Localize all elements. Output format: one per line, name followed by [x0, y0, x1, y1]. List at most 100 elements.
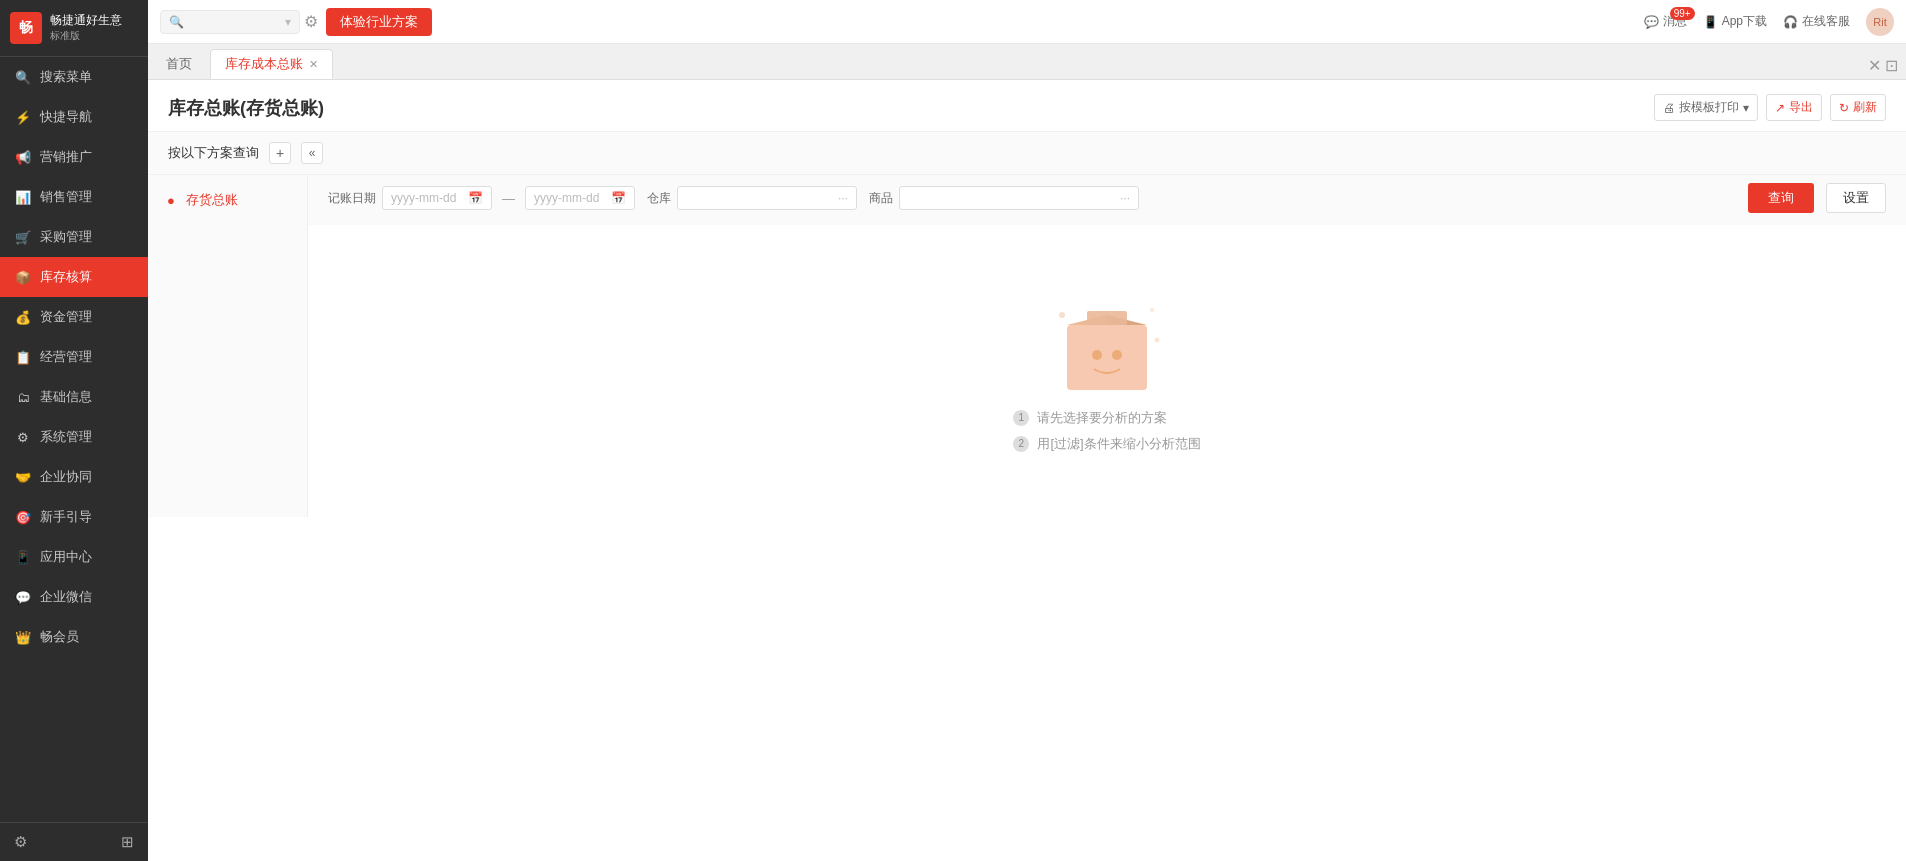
tab-home[interactable]: 首页 — [152, 49, 206, 79]
content-area: 库存总账(存货总账) 🖨 按模板打印 ▾ ↗ 导出 ↻ 刷新 按以下方案查询 — [148, 80, 1906, 861]
sidebar-item-newbie[interactable]: 🎯 新手引导 — [0, 497, 148, 537]
filter-collapse-button[interactable]: « — [301, 142, 323, 164]
export-label: 导出 — [1789, 99, 1813, 116]
warehouse-more-icon: ··· — [838, 191, 848, 205]
scheme-item-label: 存货总账 — [186, 191, 238, 209]
right-content: 记账日期 yyyy-mm-dd 📅 — yyyy-mm-dd 📅 仓库 — [308, 175, 1906, 517]
headset-icon: 🎧 — [1783, 15, 1798, 29]
user-avatar[interactable]: Rit — [1866, 8, 1894, 36]
message-badge: 99+ — [1670, 7, 1695, 20]
empty-hint-2: 2 用[过滤]条件来缩小分析范围 — [1013, 431, 1200, 457]
mobile-icon: 📱 — [14, 548, 32, 566]
sidebar-item-member[interactable]: 👑 畅会员 — [0, 617, 148, 657]
filter-and-scheme: ● 存货总账 记账日期 yyyy-mm-dd 📅 — — [148, 175, 1906, 517]
sidebar-item-app-center[interactable]: 📱 应用中心 — [0, 537, 148, 577]
tab-inventory-cost[interactable]: 库存成本总账 ✕ — [210, 49, 333, 79]
sidebar-item-label: 基础信息 — [40, 388, 92, 406]
warehouse-select[interactable]: ··· — [677, 186, 857, 210]
panel-close-icon[interactable]: ✕ — [1868, 56, 1881, 79]
calendar-end-icon: 📅 — [611, 191, 626, 205]
lightning-icon: ⚡ — [14, 108, 32, 126]
sidebar-item-marketing[interactable]: 📢 营销推广 — [0, 137, 148, 177]
printer-icon: 🖨 — [1663, 101, 1675, 115]
export-icon: ↗ — [1775, 101, 1785, 115]
scheme-item-stock-ledger[interactable]: ● 存货总账 — [148, 183, 307, 217]
sidebar-item-basic[interactable]: 🗂 基础信息 — [0, 377, 148, 417]
goods-more-icon: ··· — [1120, 191, 1130, 205]
filter-add-button[interactable]: + — [269, 142, 291, 164]
app-name: 畅捷通好生意 — [50, 13, 122, 29]
tab-close-icon[interactable]: ✕ — [309, 58, 318, 71]
sidebar-item-sales[interactable]: 📊 销售管理 — [0, 177, 148, 217]
warehouse-label: 仓库 — [647, 190, 671, 207]
scheme-panel: ● 存货总账 — [148, 175, 308, 517]
tab-bar: 首页 库存成本总账 ✕ ✕ ⊡ — [148, 44, 1906, 80]
cart-icon: 🛒 — [14, 228, 32, 246]
sidebar-item-wechat[interactable]: 💬 企业微信 — [0, 577, 148, 617]
sidebar-item-system[interactable]: ⚙ 系统管理 — [0, 417, 148, 457]
main-area: 🔍 ▾ ⚙ 体验行业方案 💬 消息 99+ 📱 App下载 🎧 在线客服 Ri — [148, 0, 1906, 861]
sidebar-item-label: 快捷导航 — [40, 108, 92, 126]
date-start-placeholder: yyyy-mm-dd — [391, 191, 456, 205]
refresh-icon: ↻ — [1839, 101, 1849, 115]
industry-solution-button[interactable]: 体验行业方案 — [326, 8, 432, 36]
export-button[interactable]: ↗ 导出 — [1766, 94, 1822, 121]
calendar-start-icon: 📅 — [468, 191, 483, 205]
date-label: 记账日期 — [328, 190, 376, 207]
date-end-placeholder: yyyy-mm-dd — [534, 191, 599, 205]
date-end-input[interactable]: yyyy-mm-dd 📅 — [525, 186, 635, 210]
refresh-button[interactable]: ↻ 刷新 — [1830, 94, 1886, 121]
goods-filter: 商品 ··· — [869, 186, 1139, 210]
filter-row: 记账日期 yyyy-mm-dd 📅 — yyyy-mm-dd 📅 仓库 — [308, 175, 1906, 225]
sidebar-item-operations[interactable]: 📋 经营管理 — [0, 337, 148, 377]
target-icon: 🎯 — [14, 508, 32, 526]
tab-inventory-cost-label: 库存成本总账 — [225, 55, 303, 73]
app-download-item[interactable]: 📱 App下载 — [1703, 13, 1767, 30]
empty-hint-2-text: 用[过滤]条件来缩小分析范围 — [1037, 431, 1200, 457]
sidebar-item-purchase[interactable]: 🛒 采购管理 — [0, 217, 148, 257]
topbar-right: 💬 消息 99+ 📱 App下载 🎧 在线客服 Rit — [1644, 8, 1894, 36]
svg-point-3 — [1112, 350, 1122, 360]
sidebar-menu: 🔍 搜索菜单 ⚡ 快捷导航 📢 营销推广 📊 销售管理 🛒 采购管理 📦 库存核… — [0, 57, 148, 822]
settings-bottom-icon[interactable]: ⚙ — [14, 833, 27, 851]
dropdown-icon: ▾ — [285, 15, 291, 29]
panel-expand-icon[interactable]: ⊡ — [1885, 56, 1898, 79]
empty-hint-1: 1 请先选择要分析的方案 — [1013, 405, 1200, 431]
sidebar-item-quick-nav[interactable]: ⚡ 快捷导航 — [0, 97, 148, 137]
sidebar-item-label: 采购管理 — [40, 228, 92, 246]
print-template-button[interactable]: 🖨 按模板打印 ▾ — [1654, 94, 1758, 121]
empty-state: 1 请先选择要分析的方案 2 用[过滤]条件来缩小分析范围 — [308, 225, 1906, 517]
query-button[interactable]: 查询 — [1748, 183, 1814, 213]
sidebar-item-cooperation[interactable]: 🤝 企业协同 — [0, 457, 148, 497]
goods-label: 商品 — [869, 190, 893, 207]
sidebar-item-label: 经营管理 — [40, 348, 92, 366]
step2-icon: 2 — [1013, 436, 1029, 452]
chart-icon: 📊 — [14, 188, 32, 206]
search-icon: 🔍 — [14, 68, 32, 86]
svg-point-5 — [1150, 308, 1154, 312]
logo-text-block: 畅捷通好生意 标准版 — [50, 13, 122, 43]
print-template-label: 按模板打印 — [1679, 99, 1739, 116]
topbar-search-area: 🔍 ▾ ⚙ — [160, 10, 318, 34]
sidebar-item-label: 库存核算 — [40, 268, 92, 286]
date-start-input[interactable]: yyyy-mm-dd 📅 — [382, 186, 492, 210]
money-icon: 💰 — [14, 308, 32, 326]
settings-icon[interactable]: ⚙ — [304, 12, 318, 31]
page-header-actions: 🖨 按模板打印 ▾ ↗ 导出 ↻ 刷新 — [1654, 94, 1886, 121]
sidebar-item-search[interactable]: 🔍 搜索菜单 — [0, 57, 148, 97]
sidebar-item-inventory[interactable]: 📦 库存核算 — [0, 257, 148, 297]
empty-hints: 1 请先选择要分析的方案 2 用[过滤]条件来缩小分析范围 — [1013, 405, 1200, 457]
message-item[interactable]: 💬 消息 99+ — [1644, 13, 1687, 30]
setting-button[interactable]: 设置 — [1826, 183, 1886, 213]
filter-area: 按以下方案查询 + « — [148, 132, 1906, 175]
sidebar-item-label: 搜索菜单 — [40, 68, 92, 86]
sidebar-item-label: 营销推广 — [40, 148, 92, 166]
goods-select[interactable]: ··· — [899, 186, 1139, 210]
app-download-label: App下载 — [1722, 13, 1767, 30]
search-box[interactable]: 🔍 ▾ — [160, 10, 300, 34]
svg-rect-1 — [1087, 311, 1127, 325]
sidebar-item-finance[interactable]: 💰 资金管理 — [0, 297, 148, 337]
empty-illustration — [1042, 285, 1172, 405]
collapse-icon[interactable]: ⊞ — [121, 833, 134, 851]
online-service-item[interactable]: 🎧 在线客服 — [1783, 13, 1850, 30]
